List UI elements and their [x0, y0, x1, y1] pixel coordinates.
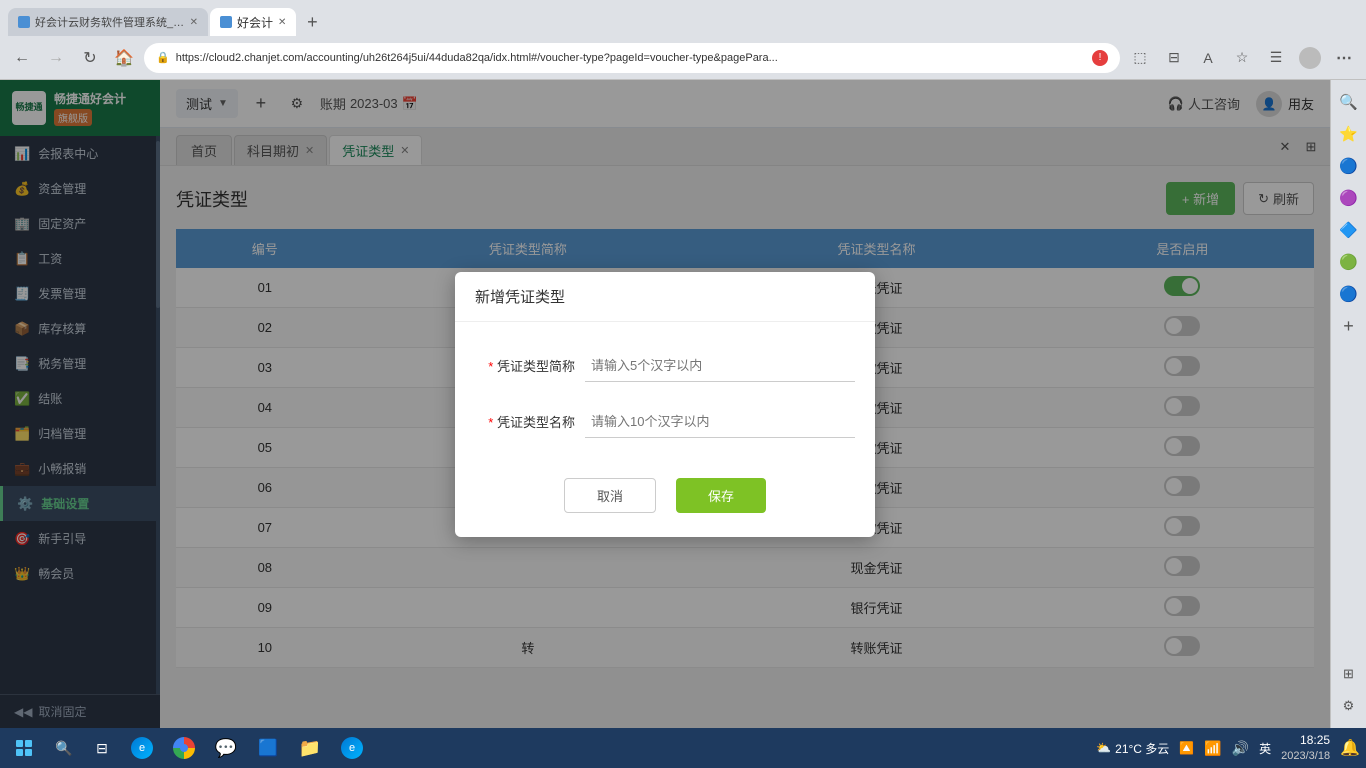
rs-settings-button[interactable]: ⚙ — [1335, 692, 1363, 720]
rs-edge-button[interactable]: 🔵 — [1335, 280, 1363, 308]
modal-dialog: 新增凭证类型 * 凭证类型简称 * 凭证类型名称 — [455, 272, 875, 537]
short-input[interactable] — [585, 350, 855, 382]
forward-button[interactable]: → — [42, 44, 70, 72]
ime-indicator[interactable]: 英 — [1259, 740, 1271, 757]
modal-footer: 取消 保存 — [455, 466, 875, 537]
new-tab-button[interactable]: + — [298, 10, 326, 34]
address-bar-row: ← → ↻ 🏠 🔒 https://cloud2.chanjet.com/acc… — [0, 36, 1366, 80]
rs-favorites-button[interactable]: ⭐ — [1335, 120, 1363, 148]
wifi-icon: 📶 — [1204, 740, 1221, 757]
cancel-button[interactable]: 取消 — [564, 478, 656, 513]
speaker-icon: 🔊 — [1232, 740, 1249, 757]
apps-taskbar-button[interactable]: 🟦 — [250, 732, 286, 764]
chrome-taskbar-button[interactable] — [166, 732, 202, 764]
taskbar-right: ⛅ 21°C 多云 🔼 📶 🔊 英 18:25 2023/3/18 🔔 — [1096, 732, 1360, 764]
notifications-button[interactable]: 🔔 — [1340, 738, 1360, 758]
rs-ai-button[interactable]: 🟣 — [1335, 184, 1363, 212]
right-sidebar: 🔍 ⭐ 🔵 🟣 🔷 🟢 🔵 + ⊞ ⚙ — [1330, 80, 1366, 728]
name-label: * 凭证类型名称 — [475, 412, 585, 431]
modal-overlay: 新增凭证类型 * 凭证类型简称 * 凭证类型名称 — [0, 80, 1330, 728]
modal-header: 新增凭证类型 — [455, 272, 875, 322]
rs-teams-button[interactable]: 🟢 — [1335, 248, 1363, 276]
short-label: * 凭证类型简称 — [475, 356, 585, 375]
translate-button[interactable]: A — [1194, 44, 1222, 72]
name-input[interactable] — [585, 406, 855, 438]
close-icon-tab1[interactable]: ✕ — [190, 17, 198, 28]
rs-collections-button[interactable]: 🔵 — [1335, 152, 1363, 180]
files-taskbar-button[interactable]: 📁 — [292, 732, 328, 764]
form-row-name: * 凭证类型名称 — [475, 406, 855, 438]
profile-button[interactable] — [1296, 44, 1324, 72]
weather-icon: ⛅ — [1096, 741, 1111, 755]
browser-tab-1[interactable]: 好会计云财务软件管理系统_会计 ✕ — [8, 8, 208, 36]
close-icon-tab2[interactable]: ✕ — [278, 17, 286, 28]
more-options-button[interactable]: ⋯ — [1330, 44, 1358, 72]
save-button[interactable]: 保存 — [676, 478, 766, 513]
search-taskbar-button[interactable]: 🔍 — [48, 732, 80, 764]
lock-icon: 🔒 — [156, 51, 170, 64]
form-row-short: * 凭证类型简称 — [475, 350, 855, 382]
modal-body: * 凭证类型简称 * 凭证类型名称 — [455, 322, 875, 466]
rs-table-button[interactable]: ⊞ — [1335, 660, 1363, 688]
collections-button[interactable]: ☰ — [1262, 44, 1290, 72]
edge-taskbar-button[interactable]: e — [124, 732, 160, 764]
address-input[interactable]: 🔒 https://cloud2.chanjet.com/accounting/… — [144, 43, 1120, 73]
split-view-button[interactable]: ⊟ — [1160, 44, 1188, 72]
clock[interactable]: 18:25 2023/3/18 — [1281, 732, 1330, 764]
favorites-button[interactable]: ☆ — [1228, 44, 1256, 72]
start-button[interactable] — [6, 732, 42, 764]
address-text: https://cloud2.chanjet.com/accounting/uh… — [176, 52, 1086, 64]
refresh-nav-button[interactable]: ↻ — [76, 44, 104, 72]
weather-info[interactable]: ⛅ 21°C 多云 — [1096, 740, 1169, 757]
browser-chrome: 好会计云财务软件管理系统_会计 ✕ 好会计 ✕ + — [0, 0, 1366, 36]
back-button[interactable]: ← — [8, 44, 36, 72]
edge2-taskbar-button[interactable]: e — [334, 732, 370, 764]
home-nav-button[interactable]: 🏠 — [110, 44, 138, 72]
taskbar: 🔍 ⊟ e 💬 🟦 📁 e ⛅ 21°C 多云 🔼 📶 🔊 英 18:25 20… — [0, 728, 1366, 768]
rs-outlook-button[interactable]: 🔷 — [1335, 216, 1363, 244]
task-view-button[interactable]: ⊟ — [86, 732, 118, 764]
security-warning-icon: ! — [1092, 50, 1108, 66]
rs-search-button[interactable]: 🔍 — [1335, 88, 1363, 116]
extensions-button[interactable]: ⬚ — [1126, 44, 1154, 72]
browser-tab-2[interactable]: 好会计 ✕ — [210, 8, 296, 36]
rs-add-button[interactable]: + — [1335, 312, 1363, 340]
wechat-taskbar-button[interactable]: 💬 — [208, 732, 244, 764]
network-up-icon: 🔼 — [1179, 741, 1194, 755]
